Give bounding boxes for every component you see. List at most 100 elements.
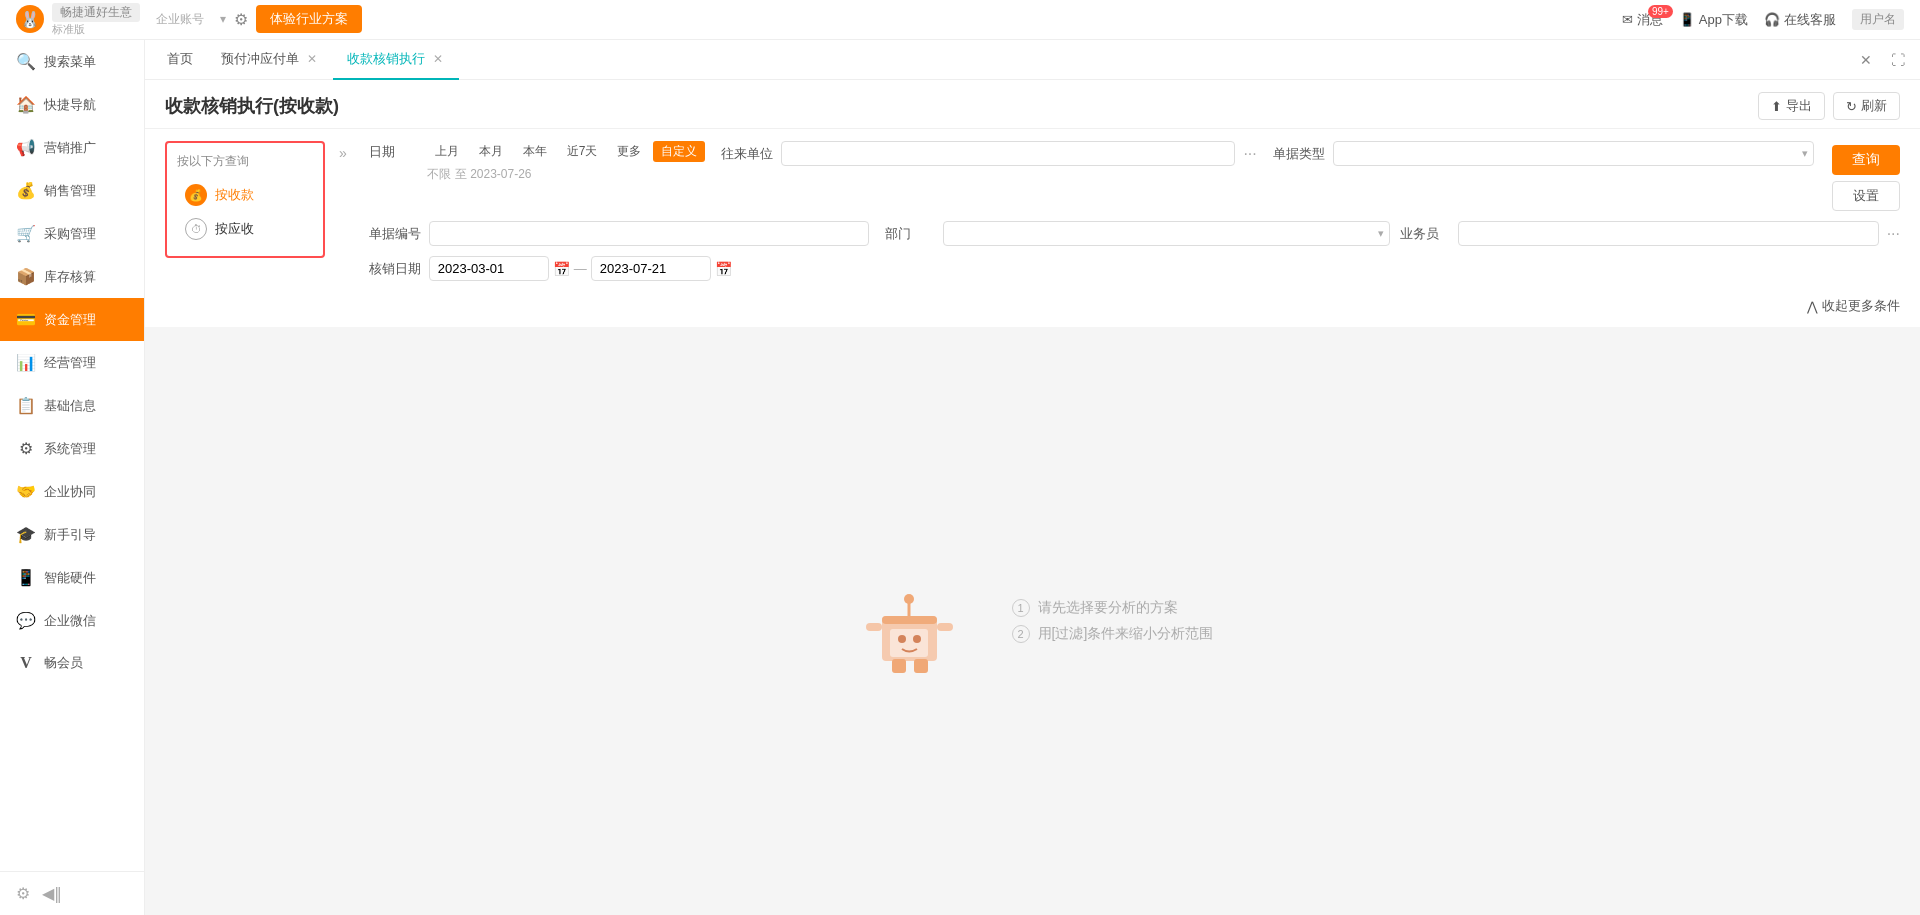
tabs-bar: 首页 预付冲应付单 ✕ 收款核销执行 ✕ ✕ ⛶ xyxy=(145,40,1920,80)
writeoff-date-end-cal-icon[interactable]: 📅 xyxy=(715,261,732,277)
empty-tips: 1 请先选择要分析的方案 2 用[过滤]条件来缩小分析范围 xyxy=(1012,599,1214,643)
date-btn-7days[interactable]: 近7天 xyxy=(559,141,606,162)
sidebar-label-hardware: 智能硬件 xyxy=(44,569,96,587)
writeoff-date-end-input[interactable] xyxy=(591,256,711,281)
date-btn-custom[interactable]: 自定义 xyxy=(653,141,705,162)
docnumber-input[interactable] xyxy=(429,221,869,246)
counterparty-more-icon[interactable]: ··· xyxy=(1243,145,1256,163)
date-label: 日期 xyxy=(369,143,419,161)
date-btn-more[interactable]: 更多 xyxy=(609,141,649,162)
counterparty-input[interactable] xyxy=(781,141,1235,166)
svg-rect-7 xyxy=(866,623,882,631)
writeoff-date-start-cal-icon[interactable]: 📅 xyxy=(553,261,570,277)
sidebar-item-marketing[interactable]: 📢 营销推广 xyxy=(0,126,144,169)
sidebar-item-finance[interactable]: 💳 资金管理 xyxy=(0,298,144,341)
app-version: 标准版 xyxy=(52,22,140,36)
svg-point-6 xyxy=(904,594,914,604)
sidebar-item-enterprise[interactable]: 🤝 企业协同 xyxy=(0,470,144,513)
writeoff-date-start-input[interactable] xyxy=(429,256,549,281)
date-btn-this-year[interactable]: 本年 xyxy=(515,141,555,162)
message-badge: 99+ xyxy=(1648,5,1673,18)
sidebar-item-member[interactable]: V 畅会员 xyxy=(0,642,144,684)
filter-sidebar-collapse-icon[interactable]: » xyxy=(333,143,353,163)
sidebar-item-sales[interactable]: 💰 销售管理 xyxy=(0,169,144,212)
sidebar-item-purchase[interactable]: 🛒 采购管理 xyxy=(0,212,144,255)
filter-option-by-receipt[interactable]: 💰 按收款 xyxy=(177,178,313,212)
sidebar-item-quick-nav[interactable]: 🏠 快捷导航 xyxy=(0,83,144,126)
settings-icon[interactable]: ⚙ xyxy=(234,10,248,29)
setting-button[interactable]: 设置 xyxy=(1832,181,1900,211)
sidebar-label-inventory: 库存核算 xyxy=(44,268,96,286)
window-maximize-icon[interactable]: ⛶ xyxy=(1884,46,1912,74)
top-bar: 🐰 畅捷通好生意 标准版 企业账号 ▾ ⚙ 体验行业方案 ✉ 消息 99+ 📱 … xyxy=(0,0,1920,40)
sidebar-item-operations[interactable]: 📊 经营管理 xyxy=(0,341,144,384)
query-button[interactable]: 查询 xyxy=(1832,145,1900,175)
sidebar-item-wechat[interactable]: 💬 企业微信 xyxy=(0,599,144,642)
tab-receipt-writeoff[interactable]: 收款核销执行 ✕ xyxy=(333,40,459,80)
date-btn-this-month[interactable]: 本月 xyxy=(471,141,511,162)
doctype-select[interactable] xyxy=(1333,141,1814,166)
app-download-btn[interactable]: 📱 App下载 xyxy=(1679,11,1748,29)
filter-form: 日期 上月 本月 本年 近7天 更多 自定义 不限 xyxy=(369,141,1900,315)
inventory-icon: 📦 xyxy=(16,267,36,286)
sidebar: 🔍 搜索菜单 🏠 快捷导航 📢 营销推广 💰 销售管理 🛒 采购管理 📦 库存核… xyxy=(0,40,145,915)
filter-sidebar: 按以下方查询 💰 按收款 ⏱ 按应收 xyxy=(165,141,325,258)
operations-icon: 📊 xyxy=(16,353,36,372)
doctype-field: 单据类型 ▾ xyxy=(1273,141,1808,166)
sidebar-label-search: 搜索菜单 xyxy=(44,53,96,71)
user-avatar[interactable]: 用户名 xyxy=(1852,9,1904,30)
date-no-limit: 不限 xyxy=(427,166,451,183)
empty-illustration xyxy=(852,561,972,681)
sales-icon: 💰 xyxy=(16,181,36,200)
sidebar-collapse-icon[interactable]: ◀‖ xyxy=(42,884,62,903)
sidebar-item-hardware[interactable]: 📱 智能硬件 xyxy=(0,556,144,599)
salesperson-field: 业务员 ··· xyxy=(1400,221,1900,246)
counterparty-label: 往来单位 xyxy=(721,145,773,163)
sidebar-settings-icon[interactable]: ⚙ xyxy=(16,884,30,903)
sidebar-label-enterprise: 企业协同 xyxy=(44,483,96,501)
page-title: 收款核销执行(按收款) xyxy=(165,94,339,118)
sidebar-bottom: ⚙ ◀‖ xyxy=(0,871,144,915)
sidebar-label-guide: 新手引导 xyxy=(44,526,96,544)
account-chevron-icon[interactable]: ▾ xyxy=(220,12,226,26)
tab-home[interactable]: 首页 xyxy=(153,40,207,80)
collapse-more-btn[interactable]: ⋀ 收起更多条件 xyxy=(369,291,1900,315)
online-service-btn[interactable]: 🎧 在线客服 xyxy=(1764,11,1836,29)
svg-rect-9 xyxy=(892,659,906,673)
sidebar-item-basic-info[interactable]: 📋 基础信息 xyxy=(0,384,144,427)
app-logo: 🐰 xyxy=(16,5,44,33)
filter-option-by-receivable[interactable]: ⏱ 按应收 xyxy=(177,212,313,246)
tab-prepay[interactable]: 预付冲应付单 ✕ xyxy=(207,40,333,80)
message-btn[interactable]: ✉ 消息 99+ xyxy=(1622,11,1663,29)
tab-prepay-close[interactable]: ✕ xyxy=(305,52,319,66)
sidebar-item-inventory[interactable]: 📦 库存核算 xyxy=(0,255,144,298)
finance-icon: 💳 xyxy=(16,310,36,329)
window-close-icon[interactable]: ✕ xyxy=(1852,46,1880,74)
date-to-text: 至 2023-07-26 xyxy=(455,166,532,183)
export-button[interactable]: ⬆ 导出 xyxy=(1758,92,1825,120)
message-icon: ✉ xyxy=(1622,12,1633,27)
filter-layout: 按以下方查询 💰 按收款 ⏱ 按应收 » xyxy=(165,141,1900,315)
tab-receipt-writeoff-close[interactable]: ✕ xyxy=(431,52,445,66)
industry-btn[interactable]: 体验行业方案 xyxy=(256,5,362,33)
docnumber-label: 单据编号 xyxy=(369,225,421,243)
filter-section: 按以下方查询 💰 按收款 ⏱ 按应收 » xyxy=(145,128,1920,327)
purchase-icon: 🛒 xyxy=(16,224,36,243)
sidebar-item-guide[interactable]: 🎓 新手引导 xyxy=(0,513,144,556)
query-buttons: 查询 设置 xyxy=(1832,141,1900,211)
refresh-button[interactable]: ↻ 刷新 xyxy=(1833,92,1900,120)
department-select[interactable] xyxy=(943,221,1391,246)
salesperson-label: 业务员 xyxy=(1400,225,1450,243)
salesperson-input[interactable] xyxy=(1458,221,1878,246)
date-btn-last-month[interactable]: 上月 xyxy=(427,141,467,162)
department-label: 部门 xyxy=(885,225,935,243)
sidebar-item-search-menu[interactable]: 🔍 搜索菜单 xyxy=(0,40,144,83)
top-bar-right: ✉ 消息 99+ 📱 App下载 🎧 在线客服 用户名 xyxy=(1622,9,1904,30)
sidebar-item-system[interactable]: ⚙ 系统管理 xyxy=(0,427,144,470)
member-icon: V xyxy=(16,654,36,672)
svg-rect-2 xyxy=(890,629,928,657)
filter-panel-title: 按以下方查询 xyxy=(177,153,313,170)
account-blurred: 企业账号 xyxy=(148,9,212,30)
sidebar-label-wechat: 企业微信 xyxy=(44,612,96,630)
salesperson-more-icon[interactable]: ··· xyxy=(1887,225,1900,243)
